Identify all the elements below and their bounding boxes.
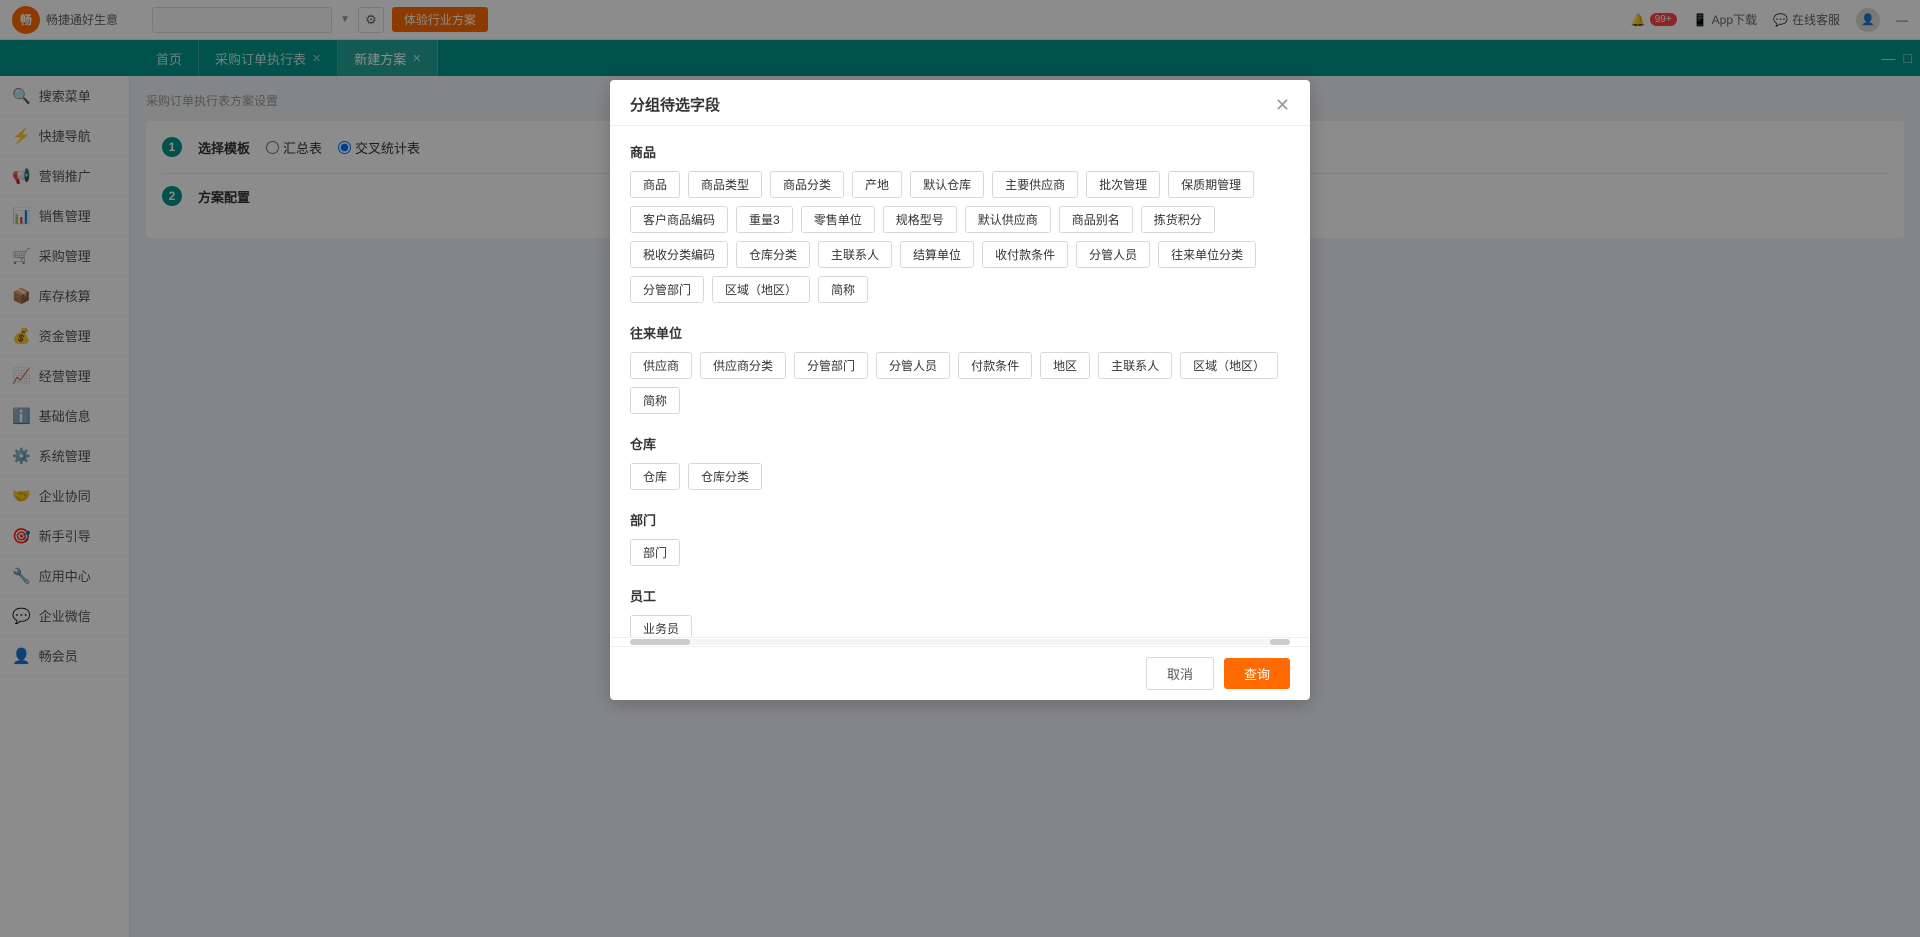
field-tag-short-name[interactable]: 简称 [818, 276, 868, 303]
field-tag-warehouse[interactable]: 仓库 [630, 463, 680, 490]
field-tag-supplier[interactable]: 供应商 [630, 352, 692, 379]
dept-field-tags: 部门 [630, 539, 1290, 566]
section-warehouse: 仓库 仓库 仓库分类 [630, 434, 1290, 490]
partner-field-tags: 供应商 供应商分类 分管部门 分管人员 付款条件 地区 主联系人 区域（地区） … [630, 352, 1290, 414]
section-warehouse-title: 仓库 [630, 434, 1290, 453]
field-tag-default-warehouse[interactable]: 默认仓库 [910, 171, 984, 198]
field-tag-partner-region[interactable]: 区域（地区） [1180, 352, 1278, 379]
field-tag-expiry-mgmt[interactable]: 保质期管理 [1168, 171, 1254, 198]
section-employee-title: 员工 [630, 586, 1290, 605]
section-dept: 部门 部门 [630, 510, 1290, 566]
section-employee: 员工 业务员 [630, 586, 1290, 637]
field-tag-dept-in-charge[interactable]: 分管部门 [630, 276, 704, 303]
field-tag-main-supplier[interactable]: 主要供应商 [992, 171, 1078, 198]
goods-field-tags: 商品 商品类型 商品分类 产地 默认仓库 主要供应商 批次管理 保质期管理 客户… [630, 171, 1290, 303]
field-tag-dept[interactable]: 部门 [630, 539, 680, 566]
field-tag-goods-type[interactable]: 商品类型 [688, 171, 762, 198]
field-tag-batch-mgmt[interactable]: 批次管理 [1086, 171, 1160, 198]
field-tag-main-contact[interactable]: 主联系人 [818, 241, 892, 268]
field-tag-pay-terms[interactable]: 付款条件 [958, 352, 1032, 379]
section-goods: 商品 商品 商品类型 商品分类 产地 默认仓库 主要供应商 批次管理 保质期管理… [630, 142, 1290, 303]
field-tag-goods-category[interactable]: 商品分类 [770, 171, 844, 198]
field-tag-partner-category[interactable]: 往来单位分类 [1158, 241, 1256, 268]
cancel-button[interactable]: 取消 [1146, 657, 1214, 690]
field-tag-spec-model[interactable]: 规格型号 [883, 206, 957, 233]
field-tag-area[interactable]: 地区 [1040, 352, 1090, 379]
field-tag-settlement-unit[interactable]: 结算单位 [900, 241, 974, 268]
field-tag-region[interactable]: 区域（地区） [712, 276, 810, 303]
dialog-close-icon[interactable]: ✕ [1275, 96, 1290, 114]
field-tag-retail-unit[interactable]: 零售单位 [801, 206, 875, 233]
field-tag-goods-alias[interactable]: 商品别名 [1059, 206, 1133, 233]
employee-field-tags: 业务员 [630, 615, 1290, 637]
field-tag-partner-short[interactable]: 简称 [630, 387, 680, 414]
section-partner: 往来单位 供应商 供应商分类 分管部门 分管人员 付款条件 地区 主联系人 区域… [630, 323, 1290, 414]
field-tag-weight3[interactable]: 重量3 [736, 206, 793, 233]
field-tag-supervisor[interactable]: 分管人员 [1076, 241, 1150, 268]
field-tag-origin[interactable]: 产地 [852, 171, 902, 198]
field-tag-payment-terms[interactable]: 收付款条件 [982, 241, 1068, 268]
field-tag-partner-supervisor[interactable]: 分管人员 [876, 352, 950, 379]
field-tag-default-supplier[interactable]: 默认供应商 [965, 206, 1051, 233]
field-tag-customer-code[interactable]: 客户商品编码 [630, 206, 728, 233]
field-tag-goods[interactable]: 商品 [630, 171, 680, 198]
dialog-overlay: 分组待选字段 ✕ 商品 商品 商品类型 商品分类 产地 默认仓库 主要供应商 批… [0, 0, 1920, 937]
field-tag-tax-code[interactable]: 税收分类编码 [630, 241, 728, 268]
dialog-footer: 取消 查询 [610, 646, 1310, 700]
field-tag-partner-dept[interactable]: 分管部门 [794, 352, 868, 379]
section-goods-title: 商品 [630, 142, 1290, 161]
field-tag-warehouse-category[interactable]: 仓库分类 [736, 241, 810, 268]
field-tag-wh-category[interactable]: 仓库分类 [688, 463, 762, 490]
field-select-dialog: 分组待选字段 ✕ 商品 商品 商品类型 商品分类 产地 默认仓库 主要供应商 批… [610, 80, 1310, 700]
confirm-button[interactable]: 查询 [1224, 658, 1290, 689]
field-tag-partner-contact[interactable]: 主联系人 [1098, 352, 1172, 379]
field-tag-salesperson[interactable]: 业务员 [630, 615, 692, 637]
dialog-body: 商品 商品 商品类型 商品分类 产地 默认仓库 主要供应商 批次管理 保质期管理… [610, 126, 1310, 637]
field-tag-supplier-category[interactable]: 供应商分类 [700, 352, 786, 379]
field-tag-pick-points[interactable]: 拣货积分 [1141, 206, 1215, 233]
dialog-header: 分组待选字段 ✕ [610, 80, 1310, 126]
section-dept-title: 部门 [630, 510, 1290, 529]
warehouse-field-tags: 仓库 仓库分类 [630, 463, 1290, 490]
dialog-title: 分组待选字段 [630, 94, 720, 115]
section-partner-title: 往来单位 [630, 323, 1290, 342]
